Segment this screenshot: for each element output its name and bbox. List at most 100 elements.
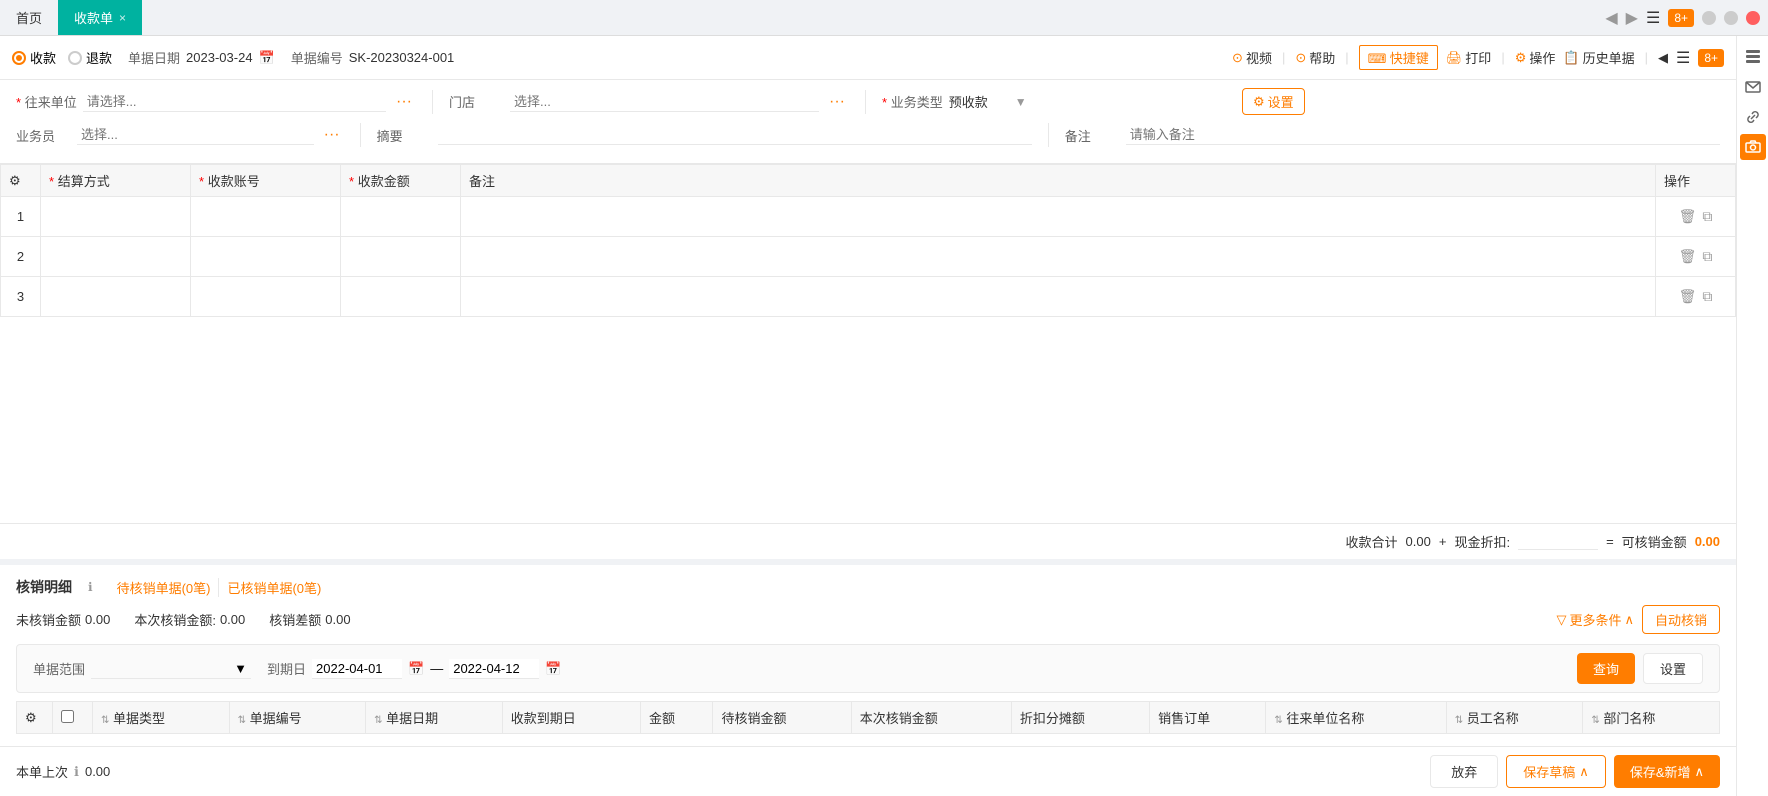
row-remark-1[interactable] bbox=[461, 197, 1656, 237]
counterpart-input[interactable] bbox=[83, 92, 386, 112]
delete-icon-2[interactable]: 🗑 bbox=[1679, 248, 1697, 265]
notification-icon[interactable]: 8+ bbox=[1668, 9, 1694, 27]
table-section: ⚙ * 结算方式 * 收款账号 * 收款金额 备注 操作 bbox=[0, 164, 1736, 523]
menu-icon[interactable]: ☰ bbox=[1646, 8, 1660, 28]
arrow-right-icon[interactable]: ▶ bbox=[1626, 8, 1638, 28]
shortcut-btn[interactable]: ⌨ 快捷键 bbox=[1359, 45, 1438, 70]
row-account-3[interactable] bbox=[191, 277, 341, 317]
staff-input[interactable] bbox=[77, 125, 314, 145]
col-dept-header: ⇅ 部门名称 bbox=[1583, 702, 1720, 734]
radio-refund[interactable]: 退款 bbox=[68, 48, 112, 67]
this-cancel-stat: 本次核销金额: 0.00 bbox=[134, 610, 245, 629]
table-row: 2 🗑 ⧉ bbox=[1, 237, 1736, 277]
copy-icon-1[interactable]: ⧉ bbox=[1702, 208, 1712, 225]
staff-more-icon[interactable]: ··· bbox=[320, 126, 344, 144]
discount-input[interactable] bbox=[1518, 534, 1598, 550]
tab-receipt[interactable]: 收款单 × bbox=[58, 0, 142, 35]
calendar-icon[interactable]: 📅 bbox=[259, 50, 275, 66]
sidebar-email-icon[interactable] bbox=[1740, 74, 1766, 100]
info-circle-icon[interactable]: ℹ bbox=[74, 764, 79, 780]
row-payment-2[interactable] bbox=[41, 237, 191, 277]
tab-home-label: 首页 bbox=[16, 8, 42, 27]
col-checkbox-header[interactable] bbox=[53, 702, 93, 734]
diff-value: 0.00 bbox=[325, 612, 350, 627]
settings-btn[interactable]: ⚙ 设置 bbox=[1242, 88, 1305, 115]
diff-stat: 核销差额 0.00 bbox=[269, 610, 350, 629]
save-new-btn[interactable]: 保存&新增 ∧ bbox=[1614, 755, 1720, 788]
counterpart-more-icon[interactable]: ··· bbox=[392, 93, 416, 111]
row-payment-1[interactable] bbox=[41, 197, 191, 237]
date-to-input[interactable] bbox=[449, 659, 539, 679]
save-draft-label: 保存草稿 bbox=[1523, 762, 1575, 781]
video-icon: ⊙ bbox=[1232, 50, 1243, 66]
maximize-btn[interactable] bbox=[1724, 11, 1738, 25]
minimize-btn[interactable] bbox=[1702, 11, 1716, 25]
settings-label: 设置 bbox=[1268, 92, 1294, 111]
business-type-select[interactable]: 预收款 ▼ bbox=[949, 92, 1027, 111]
print-btn[interactable]: 🖨 打印 bbox=[1446, 48, 1492, 67]
abandon-btn[interactable]: 放弃 bbox=[1430, 755, 1498, 788]
staff-label: 业务员 bbox=[16, 126, 71, 145]
store-more-icon[interactable]: ··· bbox=[825, 93, 849, 111]
range-label: 单据范围 bbox=[33, 659, 85, 678]
number-field: 单据编号 SK-20230324-001 bbox=[291, 48, 455, 67]
save-draft-btn[interactable]: 保存草稿 ∧ bbox=[1506, 755, 1606, 788]
history-btn[interactable]: 📋 历史单据 bbox=[1563, 48, 1634, 67]
store-input[interactable] bbox=[510, 92, 819, 112]
video-btn[interactable]: ⊙ 视频 bbox=[1232, 48, 1272, 67]
operation-btn[interactable]: ⚙ 操作 bbox=[1515, 48, 1556, 67]
shortcut-label: 快捷键 bbox=[1390, 51, 1429, 66]
radio-receive[interactable]: 收款 bbox=[12, 48, 56, 67]
sidebar-table-icon[interactable] bbox=[1740, 44, 1766, 70]
summary-input[interactable] bbox=[438, 125, 1032, 145]
close-btn[interactable] bbox=[1746, 11, 1760, 25]
col-settings-header[interactable]: ⚙ bbox=[1, 165, 41, 197]
range-dropdown[interactable]: ▼ bbox=[91, 659, 251, 679]
sidebar-camera-icon[interactable] bbox=[1740, 134, 1766, 160]
delete-icon-3[interactable]: 🗑 bbox=[1679, 288, 1697, 305]
row-remark-2[interactable] bbox=[461, 237, 1656, 277]
delete-icon-1[interactable]: 🗑 bbox=[1679, 208, 1697, 225]
calendar-from-icon[interactable]: 📅 bbox=[408, 661, 424, 677]
tab-pending[interactable]: 待核销单据(0笔) bbox=[109, 578, 220, 597]
dropdown-arrow-icon: ▼ bbox=[1015, 95, 1027, 109]
row-account-1[interactable] bbox=[191, 197, 341, 237]
sidebar-link-icon[interactable] bbox=[1740, 104, 1766, 130]
col-remark-header: 备注 bbox=[461, 165, 1656, 197]
equals-sign: = bbox=[1606, 534, 1614, 549]
table-gear-icon: ⚙ bbox=[9, 173, 21, 188]
copy-icon-3[interactable]: ⧉ bbox=[1702, 288, 1712, 305]
filter-settings-btn[interactable]: 设置 bbox=[1643, 653, 1703, 684]
select-all-checkbox[interactable] bbox=[61, 710, 74, 723]
query-btn[interactable]: 查询 bbox=[1577, 653, 1635, 684]
nav-prev-btn[interactable]: ◀ bbox=[1658, 50, 1668, 66]
remark-input[interactable] bbox=[1126, 125, 1720, 145]
row-index-2: 2 bbox=[1, 237, 41, 277]
arrow-left-icon[interactable]: ◀ bbox=[1605, 8, 1617, 28]
date-from-input[interactable] bbox=[312, 659, 402, 679]
tab-done[interactable]: 已核销单据(0笔) bbox=[219, 578, 329, 597]
form-row-1: * 往来单位 ··· 门店 ··· * 业务类型 预收款 ▼ bbox=[16, 88, 1720, 115]
row-amount-2[interactable] bbox=[341, 237, 461, 277]
help-icon: ⊙ bbox=[1295, 50, 1306, 66]
tab-close-icon[interactable]: × bbox=[119, 11, 126, 25]
business-type-field: * 业务类型 预收款 ▼ bbox=[882, 92, 1242, 111]
more-conditions-btn[interactable]: ▽ 更多条件 ∧ bbox=[1556, 610, 1634, 629]
date-label: 单据日期 bbox=[128, 48, 180, 67]
row-amount-1[interactable] bbox=[341, 197, 461, 237]
row-payment-3[interactable] bbox=[41, 277, 191, 317]
copy-icon-2[interactable]: ⧉ bbox=[1702, 248, 1712, 265]
layout-icon[interactable]: ☰ bbox=[1676, 48, 1690, 68]
help-btn[interactable]: ⊙ 帮助 bbox=[1295, 48, 1335, 67]
auto-btn[interactable]: 自动核销 bbox=[1642, 605, 1720, 634]
reconcile-header: 核销明细 ℹ 待核销单据(0笔) 已核销单据(0笔) bbox=[16, 577, 1720, 597]
plus-sign: + bbox=[1439, 534, 1447, 549]
row-amount-3[interactable] bbox=[341, 277, 461, 317]
calendar-to-icon[interactable]: 📅 bbox=[545, 661, 561, 677]
save-draft-arrow: ∧ bbox=[1579, 764, 1589, 780]
badge-icon[interactable]: 8+ bbox=[1698, 49, 1724, 67]
col-settings-bottom[interactable]: ⚙ bbox=[17, 702, 53, 734]
tab-home[interactable]: 首页 bbox=[0, 0, 58, 35]
row-remark-3[interactable] bbox=[461, 277, 1656, 317]
row-account-2[interactable] bbox=[191, 237, 341, 277]
